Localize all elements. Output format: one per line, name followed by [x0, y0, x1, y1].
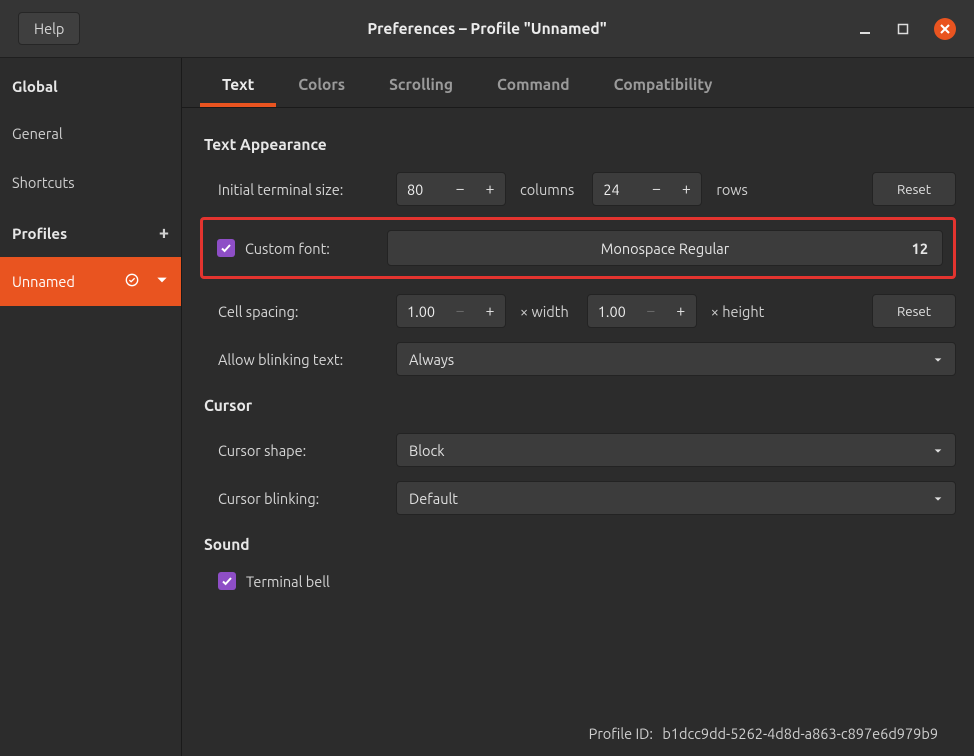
sidebar-item-general[interactable]: General	[0, 109, 181, 158]
check-circle-icon	[125, 273, 139, 290]
cursor-shape-combo[interactable]: Block	[396, 433, 956, 467]
tab-colors[interactable]: Colors	[276, 58, 367, 107]
width-spinner[interactable]: 1.00 − +	[396, 294, 506, 328]
window-controls	[858, 18, 956, 40]
row-cursor-shape: Cursor shape: Block	[200, 426, 956, 474]
columns-minus-icon[interactable]: −	[445, 180, 475, 198]
main: Text Colors Scrolling Command Compatibil…	[182, 58, 974, 756]
custom-font-checkbox[interactable]	[217, 239, 235, 257]
section-sound: Sound	[204, 536, 956, 553]
custom-font-button[interactable]: Monospace Regular 12	[387, 230, 943, 266]
height-minus-icon: −	[636, 302, 666, 320]
sidebar-heading-profiles: Profiles +	[0, 207, 181, 257]
caret-down-icon	[933, 351, 943, 368]
terminal-bell-checkbox[interactable]	[218, 572, 236, 590]
rows-plus-icon[interactable]: +	[671, 180, 701, 198]
tabs: Text Colors Scrolling Command Compatibil…	[182, 58, 974, 108]
allow-blinking-label: Allow blinking text:	[218, 351, 386, 368]
sidebar-item-profile-unnamed[interactable]: Unnamed	[0, 257, 181, 306]
custom-font-size: 12	[912, 240, 928, 257]
footer: Profile ID: b1dcc9dd-5262-4d8d-a863-c897…	[200, 711, 956, 756]
row-cursor-blinking: Cursor blinking: Default	[200, 474, 956, 522]
width-value: 1.00	[397, 303, 445, 320]
cursor-blinking-combo[interactable]: Default	[396, 481, 956, 515]
close-icon[interactable]	[934, 18, 956, 40]
rows-value: 24	[593, 181, 641, 198]
cursor-blinking-value: Default	[409, 490, 458, 507]
sidebar-item-shortcuts[interactable]: Shortcuts	[0, 158, 181, 207]
allow-blinking-value: Always	[409, 351, 454, 368]
terminal-bell-label: Terminal bell	[246, 573, 330, 590]
initial-size-label: Initial terminal size:	[218, 181, 386, 198]
caret-down-icon	[933, 442, 943, 459]
height-spinner[interactable]: 1.00 − +	[587, 294, 697, 328]
cursor-shape-label: Cursor shape:	[218, 442, 386, 459]
cursor-shape-value: Block	[409, 442, 445, 459]
columns-plus-icon[interactable]: +	[475, 180, 505, 198]
sidebar-heading-profiles-label: Profiles	[12, 225, 67, 242]
cell-spacing-reset-button[interactable]: Reset	[872, 294, 956, 328]
tab-command[interactable]: Command	[475, 58, 592, 107]
row-allow-blinking: Allow blinking text: Always	[200, 335, 956, 383]
content: Text Appearance Initial terminal size: 8…	[182, 108, 974, 756]
row-terminal-bell: Terminal bell	[200, 565, 956, 597]
rows-spinner[interactable]: 24 − +	[592, 172, 702, 206]
rows-unit: rows	[716, 181, 748, 198]
help-button[interactable]: Help	[18, 12, 80, 45]
profile-id-label: Profile ID:	[589, 725, 653, 742]
maximize-icon[interactable]	[896, 22, 910, 36]
cursor-blinking-label: Cursor blinking:	[218, 490, 386, 507]
caret-down-icon[interactable]	[155, 273, 169, 290]
custom-font-label: Custom font:	[245, 240, 330, 257]
sidebar-item-label: Unnamed	[12, 273, 75, 290]
minimize-icon[interactable]	[858, 22, 872, 36]
row-custom-font: Custom font: Monospace Regular 12	[200, 217, 956, 279]
titlebar: Help Preferences – Profile "Unnamed"	[0, 0, 974, 58]
custom-font-name: Monospace Regular	[601, 240, 730, 257]
width-minus-icon: −	[445, 302, 475, 320]
add-profile-icon[interactable]: +	[159, 223, 169, 243]
width-unit: × width	[520, 303, 569, 320]
width-plus-icon[interactable]: +	[475, 302, 505, 320]
initial-size-reset-button[interactable]: Reset	[872, 172, 956, 206]
allow-blinking-combo[interactable]: Always	[396, 342, 956, 376]
caret-down-icon	[933, 490, 943, 507]
section-cursor: Cursor	[204, 397, 956, 414]
profile-id-value: b1dcc9dd-5262-4d8d-a863-c897e6d979b9	[662, 725, 938, 742]
sidebar-heading-global: Global	[0, 62, 181, 109]
rows-minus-icon[interactable]: −	[641, 180, 671, 198]
section-text-appearance: Text Appearance	[204, 136, 956, 153]
sidebar: Global General Shortcuts Profiles + Unna…	[0, 58, 182, 756]
tab-scrolling[interactable]: Scrolling	[367, 58, 475, 107]
row-cell-spacing: Cell spacing: 1.00 − + × width 1.00 − + …	[200, 287, 956, 335]
row-initial-size: Initial terminal size: 80 − + columns 24…	[200, 165, 956, 213]
tab-compatibility[interactable]: Compatibility	[592, 58, 735, 107]
columns-unit: columns	[520, 181, 574, 198]
columns-spinner[interactable]: 80 − +	[396, 172, 506, 206]
window-title: Preferences – Profile "Unnamed"	[0, 20, 974, 37]
height-unit: × height	[711, 303, 765, 320]
tab-text[interactable]: Text	[200, 58, 276, 107]
height-plus-icon[interactable]: +	[666, 302, 696, 320]
cell-spacing-label: Cell spacing:	[218, 303, 386, 320]
columns-value: 80	[397, 181, 445, 198]
height-value: 1.00	[588, 303, 636, 320]
